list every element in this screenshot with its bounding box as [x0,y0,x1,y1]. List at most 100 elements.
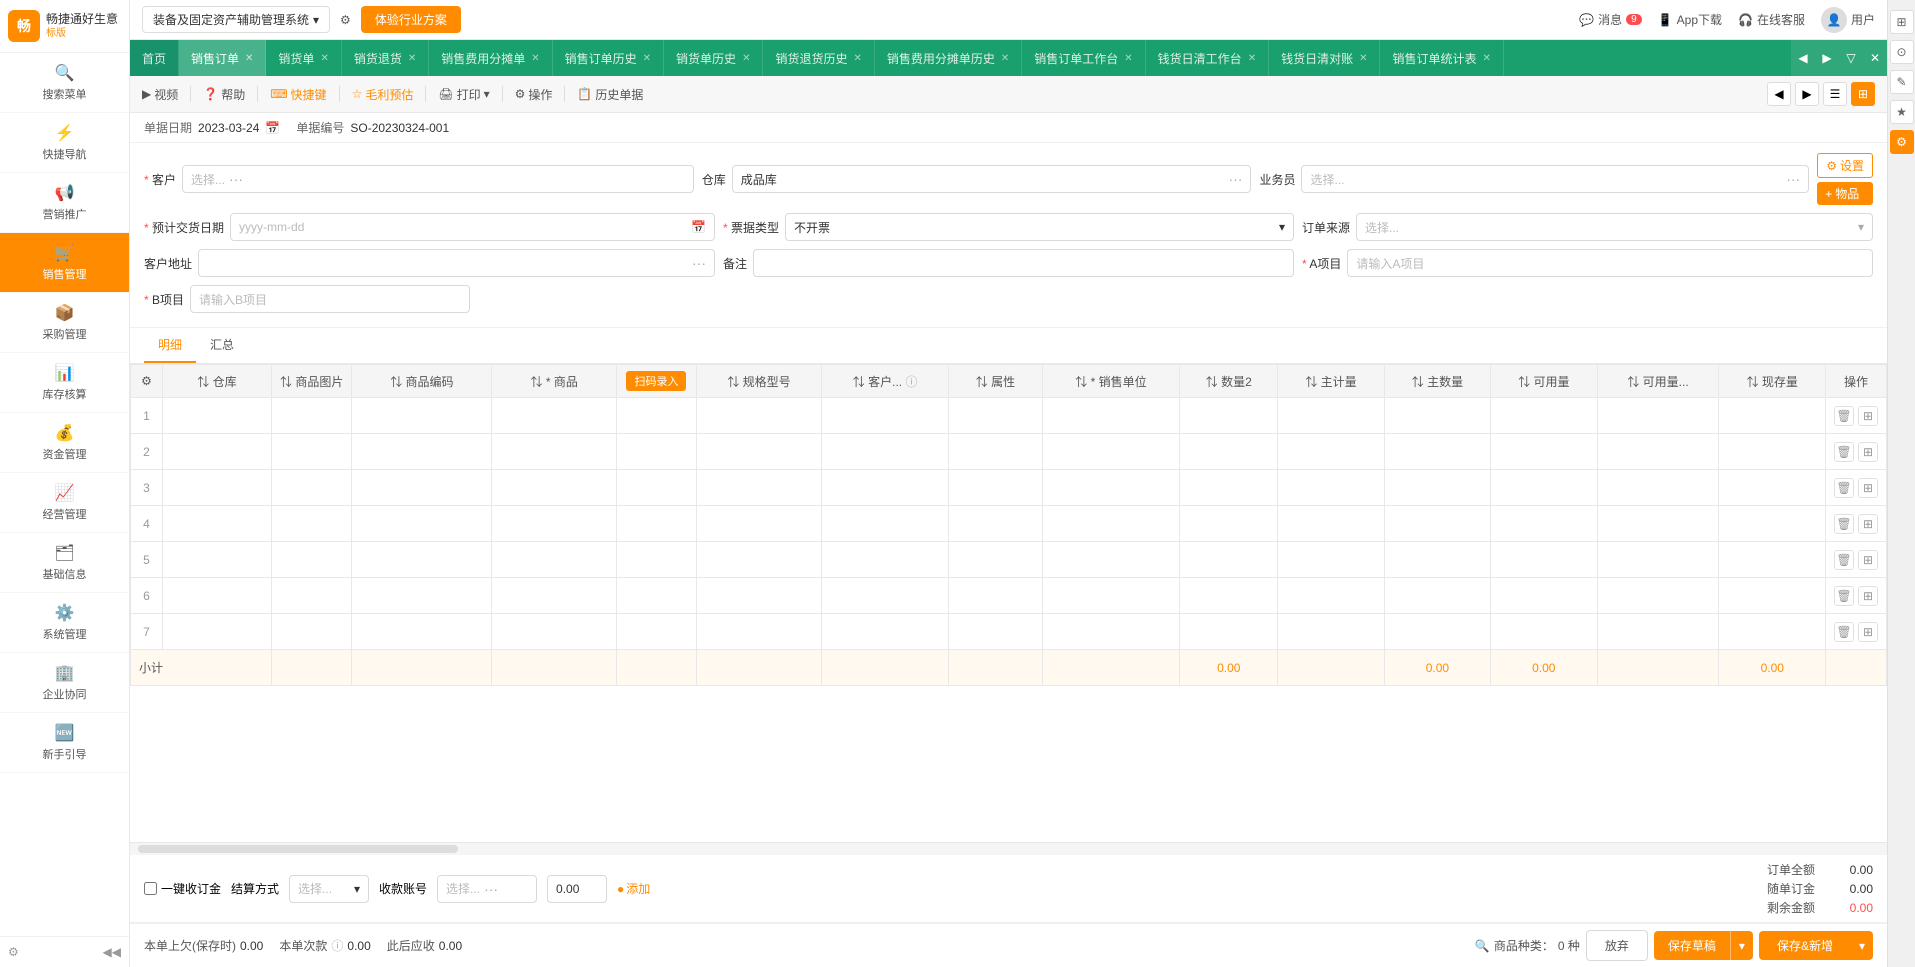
row-5-copy-btn[interactable]: ⊞ [1858,550,1878,570]
tab-sales-stats-close[interactable]: ✕ [1483,53,1491,64]
row-1-current[interactable] [1719,398,1826,434]
col-header-avail2[interactable]: ⇅ 可用量... [1597,365,1719,398]
account-dots[interactable]: ··· [484,881,498,897]
row-1-code[interactable] [352,398,492,434]
row-3-attr[interactable] [949,470,1042,506]
row-4-copy-btn[interactable]: ⊞ [1858,514,1878,534]
row-1-unit[interactable] [1042,398,1180,434]
delivery-input[interactable]: yyyy-mm-dd 📅 [230,213,715,241]
right-panel-icon-2[interactable]: ⊙ [1890,40,1914,64]
row-6-delete-btn[interactable]: 🗑 [1834,586,1854,606]
row-3-unit[interactable] [1042,470,1180,506]
sidebar-item-finance[interactable]: 💰 资金管理 [0,413,129,473]
profit-btn[interactable]: ☆ 毛利预估 [352,86,414,103]
tab-expense-split[interactable]: 销售费用分摊单 ✕ [429,40,552,76]
row-2-copy-btn[interactable]: ⊞ [1858,442,1878,462]
row-2-qty2[interactable] [1180,434,1278,470]
col-header-current[interactable]: ⇅ 现存量 [1719,365,1826,398]
tab-sales-return[interactable]: 销货退货 ✕ [342,40,429,76]
row-1-qty2[interactable] [1180,398,1278,434]
a-project-input[interactable]: 请输入A项目 [1347,249,1873,277]
tab-order-history-close[interactable]: ✕ [643,53,651,64]
settings-button[interactable]: ⚙ 设置 [1817,153,1873,178]
col-header-spec[interactable]: ⇅ 规格型号 [696,365,821,398]
col-header-attr[interactable]: ⇅ 属性 [949,365,1042,398]
save-new-button[interactable]: 保存&新增 [1759,931,1851,960]
settings-icon-btn[interactable]: ⚙ [340,13,351,27]
row-1-customer[interactable] [822,398,949,434]
row-1-copy-btn[interactable]: ⊞ [1858,406,1878,426]
col-header-scan[interactable]: 扫码录入 [616,365,696,398]
address-dots[interactable]: ··· [692,255,706,271]
scan-btn[interactable]: 扫码录入 [626,371,686,391]
solution-button[interactable]: 体验行业方案 [361,6,461,33]
sidebar-item-quicknav[interactable]: ⚡ 快捷导航 [0,113,129,173]
row-2-scan[interactable] [616,434,696,470]
discard-button[interactable]: 放弃 [1586,930,1648,961]
sidebar-item-system[interactable]: ⚙️ 系统管理 [0,593,129,653]
save-draft-button[interactable]: 保存草稿 [1654,931,1731,960]
tab-cash-workbench-close[interactable]: ✕ [1248,53,1256,64]
row-4-warehouse[interactable] [163,506,272,542]
tab-order-workbench-close[interactable]: ✕ [1124,53,1132,64]
settlement-select[interactable]: 选择... ▾ [289,875,369,903]
row-2-code[interactable] [352,434,492,470]
row-7-copy-btn[interactable]: ⊞ [1858,622,1878,642]
col-header-unit[interactable]: ⇅ * 销售单位 [1042,365,1180,398]
col-header-name[interactable]: ⇅ * 商品 [492,365,617,398]
row-3-mainqty[interactable] [1384,470,1490,506]
account-input[interactable]: 选择... ··· [437,875,537,903]
row-2-avail2[interactable] [1597,434,1719,470]
tab-cash-workbench[interactable]: 钱货日清工作台 ✕ [1146,40,1269,76]
scrollbar[interactable] [138,845,458,853]
tab-invoice-history-close[interactable]: ✕ [742,53,750,64]
tab-return-history-close[interactable]: ✕ [853,53,861,64]
row-3-avail2[interactable] [1597,470,1719,506]
col-header-img[interactable]: ⇅ 商品图片 [271,365,351,398]
row-1-mainqty[interactable] [1384,398,1490,434]
save-draft-dropdown[interactable]: ▾ [1731,931,1753,960]
row-1-delete-btn[interactable]: 🗑 [1834,406,1854,426]
toolbar-list-view[interactable]: ☰ [1823,82,1847,106]
row-2-warehouse[interactable] [163,434,272,470]
row-2-mainqty[interactable] [1384,434,1490,470]
col-header-mainunit[interactable]: ⇅ 主计量 [1278,365,1384,398]
row-3-img[interactable] [271,470,351,506]
tab-order-history[interactable]: 销售订单历史 ✕ [553,40,664,76]
tab-sales-order[interactable]: 销售订单 ✕ [179,40,266,76]
row-3-current[interactable] [1719,470,1826,506]
sidebar-item-basic[interactable]: 🗂 基础信息 [0,533,129,593]
print-dropdown-icon[interactable]: ▾ [484,87,490,101]
row-3-name[interactable] [492,470,617,506]
row-3-scan[interactable] [616,470,696,506]
col-header-code[interactable]: ⇅ 商品编码 [352,365,492,398]
quick-pay-checkbox[interactable]: 一键收订金 [144,880,221,897]
tab-expense-history-close[interactable]: ✕ [1001,53,1009,64]
doc-date-value[interactable]: 2023-03-24 [198,121,259,135]
col-header-customer[interactable]: ⇅ 客户... ⓘ [822,365,949,398]
sidebar-item-marketing[interactable]: 📢 营销推广 [0,173,129,233]
shortcut-btn[interactable]: ⌨ 快捷键 [270,86,326,103]
customer-dots[interactable]: ··· [229,171,243,187]
nav-next-arrow[interactable]: ▶ [1815,40,1839,76]
sidebar-item-guide[interactable]: 🆕 新手引导 [0,713,129,773]
history-btn[interactable]: 📋 历史单据 [577,86,643,103]
row-1-avail2[interactable] [1597,398,1719,434]
row-5-delete-btn[interactable]: 🗑 [1834,550,1854,570]
row-6-copy-btn[interactable]: ⊞ [1858,586,1878,606]
row-2-customer[interactable] [822,434,949,470]
row-3-spec[interactable] [696,470,821,506]
row-1-warehouse[interactable] [163,398,272,434]
nav-prev-arrow[interactable]: ◀ [1791,40,1815,76]
row-2-delete-btn[interactable]: 🗑 [1834,442,1854,462]
row-2-avail[interactable] [1491,434,1597,470]
row-3-mainunit[interactable] [1278,470,1384,506]
tab-summary[interactable]: 汇总 [196,328,248,363]
save-new-dropdown[interactable]: ▾ [1851,931,1873,960]
row-2-spec[interactable] [696,434,821,470]
amount-input[interactable]: 0.00 [547,875,607,903]
tab-home[interactable]: 首页 [130,40,179,76]
staff-input[interactable]: 选择... ··· [1301,165,1809,193]
view-btn[interactable]: ▶ 视频 [142,86,178,103]
row-2-mainunit[interactable] [1278,434,1384,470]
